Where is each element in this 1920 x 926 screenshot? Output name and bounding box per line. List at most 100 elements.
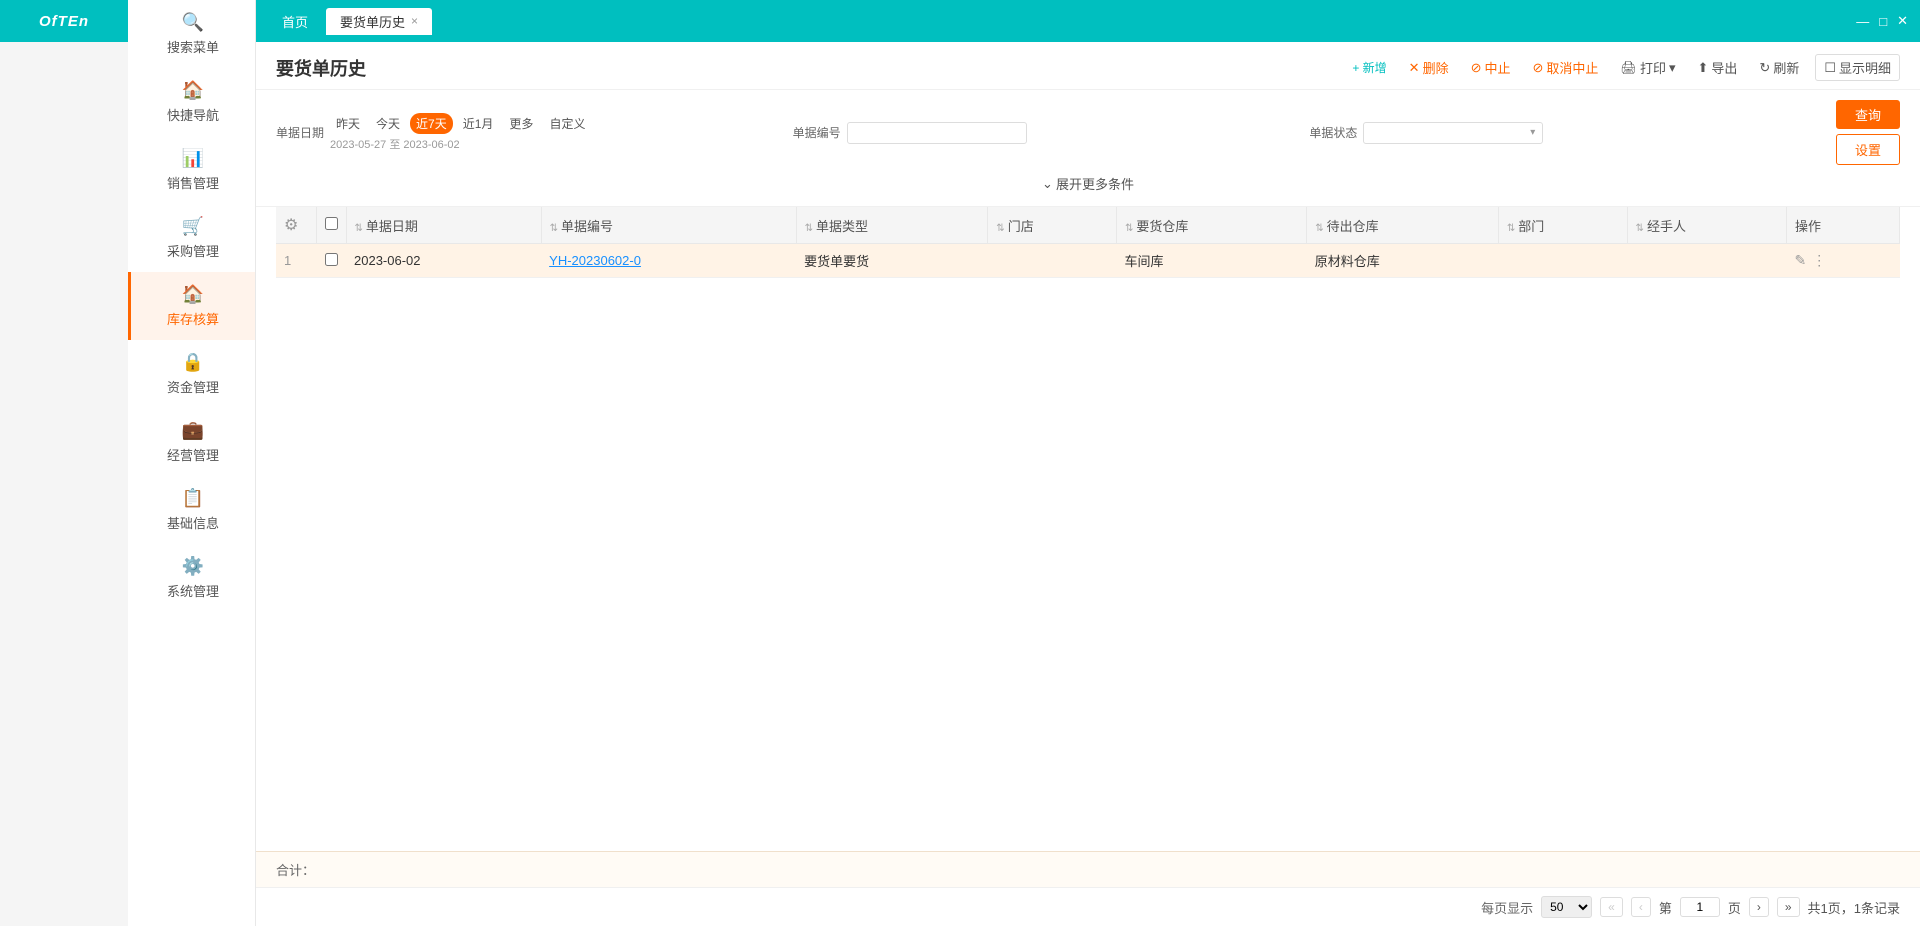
checkbox-icon: ☐ (1824, 60, 1836, 76)
sidebar-item-system[interactable]: ⚙️ 系统管理 (128, 544, 255, 612)
doc-date-col-header[interactable]: 单据日期 (346, 207, 541, 244)
last-page-button[interactable]: » (1777, 897, 1800, 917)
row-store (988, 244, 1117, 278)
date-buttons: 昨天 今天 近7天 近1月 更多 自定义 2023-05-27 至 2023-0… (330, 113, 591, 152)
print-button[interactable]: 🖨 打印 ▾ (1614, 55, 1681, 80)
prev-page-button[interactable]: ‹ (1631, 897, 1651, 917)
select-all-checkbox[interactable] (325, 217, 338, 230)
action-icons: ✎ ⋮ (1795, 252, 1892, 269)
page-label: 第 (1659, 898, 1672, 917)
handler-col-header[interactable]: 经手人 (1627, 207, 1786, 244)
sidebar-label-operations: 经营管理 (167, 445, 219, 464)
stop-button[interactable]: ⊘ 中止 (1465, 55, 1517, 80)
date-btn-more[interactable]: 更多 (503, 113, 539, 134)
store-col-header[interactable]: 门店 (988, 207, 1117, 244)
pagination: 每页显示 50 10 20 100 « ‹ 第 页 › » 共1页，1条记录 (256, 887, 1920, 926)
doc-status-select-wrapper (1363, 122, 1543, 144)
close-icon[interactable]: ✕ (1897, 13, 1908, 29)
edit-action-icon[interactable]: ✎ (1795, 252, 1807, 269)
first-page-button[interactable]: « (1600, 897, 1623, 917)
expand-icon: ⌄ (1042, 176, 1053, 192)
sidebar-item-sales[interactable]: 📊 销售管理 (128, 136, 255, 204)
doc-number-input[interactable] (847, 122, 1027, 144)
sidebar-item-purchase[interactable]: 🛒 采购管理 (128, 204, 255, 272)
row-actions: ✎ ⋮ (1787, 244, 1900, 278)
expand-filter-button[interactable]: ⌄ 展开更多条件 (276, 171, 1900, 196)
inventory-icon: 🏠 (182, 284, 204, 305)
date-btn-1month[interactable]: 近1月 (457, 113, 500, 134)
page-size-select[interactable]: 50 10 20 100 (1541, 896, 1592, 918)
tab-close-requisition-history[interactable]: × (411, 14, 418, 28)
print-icon: 🖨 (1620, 60, 1637, 76)
sidebar-label-shortcuts: 快捷导航 (167, 105, 219, 124)
more-action-icon[interactable]: ⋮ (1812, 252, 1826, 269)
main-area: 首页要货单历史× — □ ✕ 要货单历史 + 新增 ✕ 删除 ⊘ 中止 ⊘ (256, 0, 1920, 926)
cancel-icon: ⊘ (1533, 60, 1544, 76)
operations-icon: 💼 (182, 420, 204, 441)
content-area: 要货单历史 + 新增 ✕ 删除 ⊘ 中止 ⊘ 取消中止 🖨 打印 (256, 42, 1920, 926)
table-settings-icon[interactable]: ⚙ (284, 217, 298, 234)
date-btn-custom[interactable]: 自定义 (543, 113, 591, 134)
refresh-button[interactable]: ↻ 刷新 (1753, 55, 1805, 80)
req-warehouse-col-header[interactable]: 要货仓库 (1117, 207, 1307, 244)
doc-type-col-header[interactable]: 单据类型 (796, 207, 988, 244)
finance-icon: 🔒 (182, 352, 204, 373)
date-label: 单据日期 (276, 124, 324, 141)
pending-warehouse-col-header[interactable]: 待出仓库 (1307, 207, 1499, 244)
sidebar-item-search[interactable]: 🔍 搜索菜单 (128, 0, 255, 68)
delete-button[interactable]: ✕ 删除 (1403, 55, 1455, 80)
toolbar: + 新增 ✕ 删除 ⊘ 中止 ⊘ 取消中止 🖨 打印 ▾ (1346, 54, 1900, 81)
sidebar-item-finance[interactable]: 🔒 资金管理 (128, 340, 255, 408)
row-pending-warehouse: 原材料仓库 (1307, 244, 1499, 278)
date-btn-7days[interactable]: 近7天 (410, 113, 453, 134)
filter-action-buttons: 查询 设置 (1836, 100, 1900, 165)
sidebar-label-system: 系统管理 (167, 581, 219, 600)
date-btn-today[interactable]: 今天 (370, 113, 406, 134)
page-size-label: 每页显示 (1481, 898, 1533, 917)
sidebar-item-inventory[interactable]: 🏠 库存核算 (128, 272, 255, 340)
query-button[interactable]: 查询 (1836, 100, 1900, 129)
tab-home[interactable]: 首页 (268, 8, 322, 35)
doc-number-col-header[interactable]: 单据编号 (541, 207, 796, 244)
sales-icon: 📊 (182, 148, 204, 169)
shortcuts-icon: 🏠 (182, 80, 204, 101)
tab-requisition-history[interactable]: 要货单历史× (326, 8, 432, 35)
date-range-display: 2023-05-27 至 2023-06-02 (330, 136, 591, 152)
department-col-header[interactable]: 部门 (1498, 207, 1627, 244)
add-button[interactable]: + 新增 (1346, 56, 1392, 79)
row-doc-type: 要货单要货 (796, 244, 988, 278)
summary-label: 合计： (276, 863, 315, 878)
doc-status-select[interactable] (1363, 122, 1543, 144)
cancel-stop-button[interactable]: ⊘ 取消中止 (1527, 55, 1605, 80)
row-checkbox-0[interactable] (325, 253, 338, 266)
filter-settings-button[interactable]: 设置 (1836, 134, 1900, 165)
delete-icon: ✕ (1409, 60, 1420, 76)
sidebar: 🔍 搜索菜单 🏠 快捷导航 📊 销售管理 🛒 采购管理 🏠 库存核算 🔒 资金管… (128, 0, 256, 926)
top-bar-right: — □ ✕ (1856, 13, 1908, 29)
page-label-2: 页 (1728, 898, 1741, 917)
export-button[interactable]: ⬆ 导出 (1691, 55, 1743, 80)
sidebar-item-basic[interactable]: 📋 基础信息 (128, 476, 255, 544)
row-department (1498, 244, 1627, 278)
page-header: 要货单历史 + 新增 ✕ 删除 ⊘ 中止 ⊘ 取消中止 🖨 打印 (256, 42, 1920, 90)
settings-col-header: ⚙ (276, 207, 316, 244)
export-icon: ⬆ (1697, 60, 1708, 76)
date-filter-group: 单据日期 昨天 今天 近7天 近1月 更多 自定义 2023-05-27 至 2… (276, 113, 773, 152)
show-detail-button[interactable]: ☐ 显示明细 (1815, 54, 1900, 81)
page-number-input[interactable] (1680, 897, 1720, 917)
sidebar-label-search: 搜索菜单 (167, 37, 219, 56)
sidebar-item-shortcuts[interactable]: 🏠 快捷导航 (128, 68, 255, 136)
doc-number-link[interactable]: YH-20230602-0 (549, 253, 641, 268)
next-page-button[interactable]: › (1749, 897, 1769, 917)
row-checkbox-cell (316, 244, 346, 278)
checkbox-col-header (316, 207, 346, 244)
date-btn-yesterday[interactable]: 昨天 (330, 113, 366, 134)
sidebar-item-operations[interactable]: 💼 经营管理 (128, 408, 255, 476)
data-table: ⚙ 单据日期 单据编号 单据类型 门店 要货仓库 待出仓库 部门 经手人 操 (276, 207, 1900, 278)
doc-status-label: 单据状态 (1309, 124, 1357, 141)
minimize-icon[interactable]: — (1856, 14, 1869, 29)
doc-number-filter-group: 单据编号 (793, 122, 1290, 144)
table-row[interactable]: 1 2023-06-02 YH-20230602-0 要货单要货 车间库 原材料… (276, 244, 1900, 278)
maximize-icon[interactable]: □ (1879, 14, 1887, 29)
brand-name: OfTEn (39, 13, 89, 30)
